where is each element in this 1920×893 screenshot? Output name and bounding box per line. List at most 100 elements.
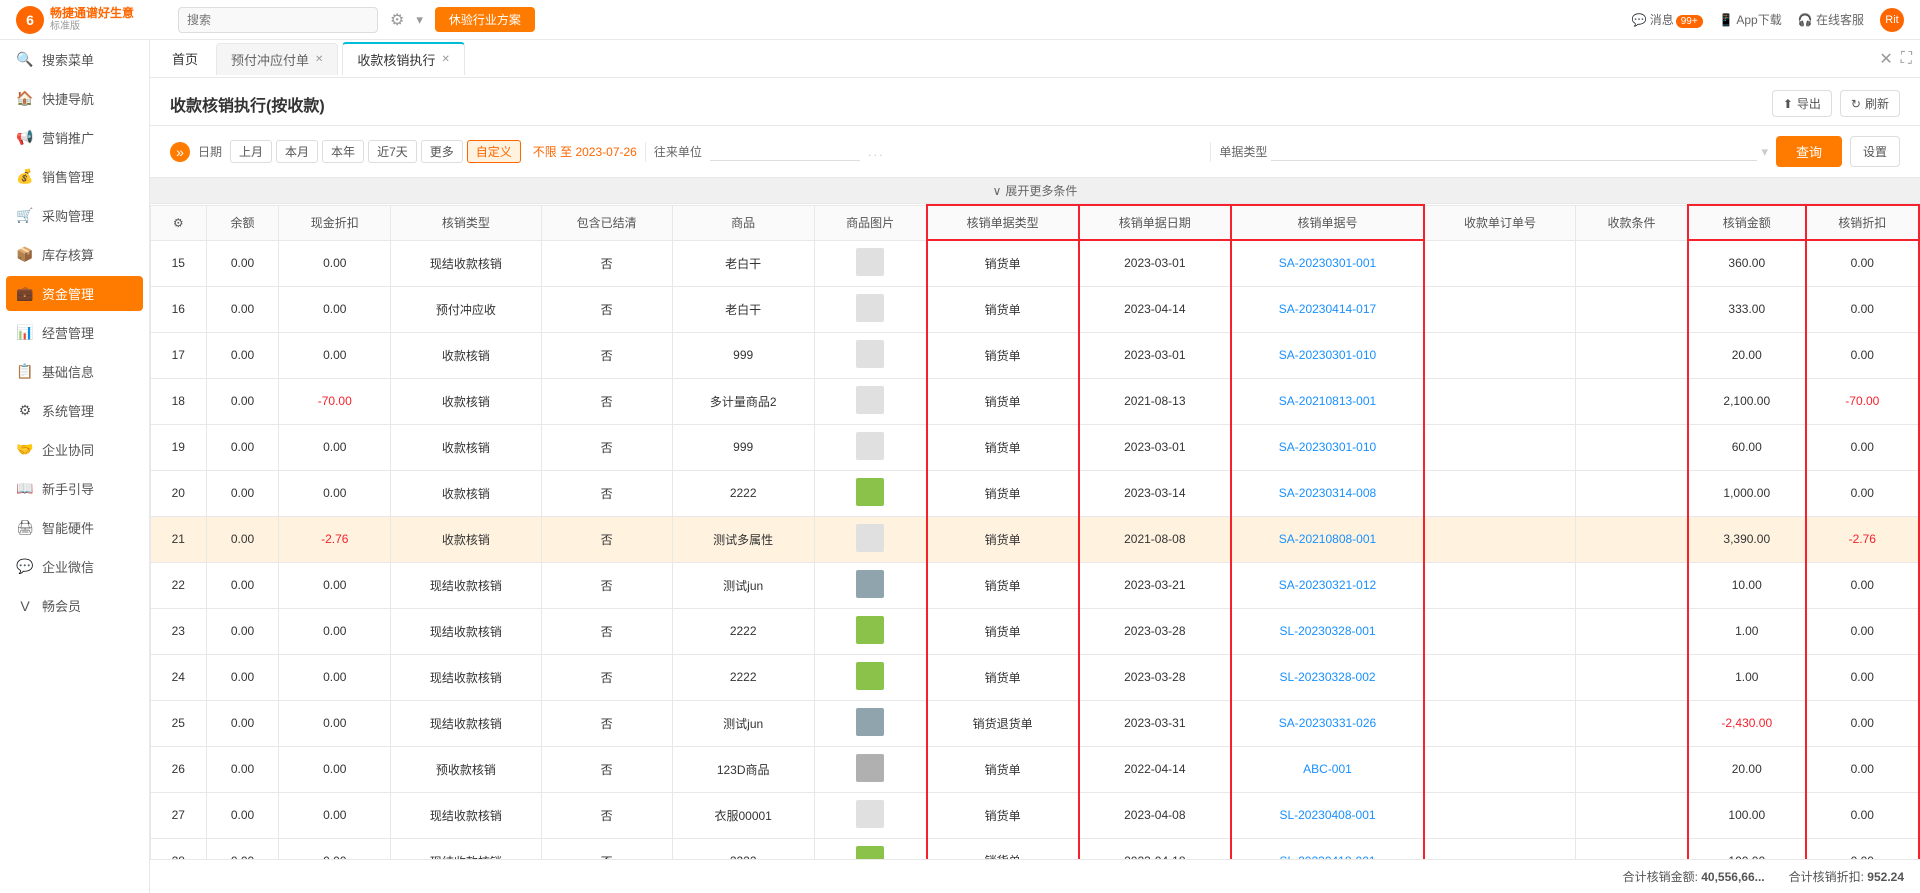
tab-receipt-close[interactable]: ✕ [441, 54, 449, 65]
td-cancel-bill-no[interactable]: SA-20210813-001 [1231, 378, 1424, 424]
export-icon: ⬆ [1783, 97, 1793, 111]
type-select[interactable] [1271, 142, 1757, 161]
td-cancel-discount: 0.00 [1806, 286, 1919, 332]
td-cancel-bill-no[interactable]: SA-20230331-026 [1231, 700, 1424, 746]
industry-btn[interactable]: 休验行业方案 [435, 7, 535, 32]
td-cash-discount: -70.00 [279, 378, 391, 424]
sidebar-item-corpwork[interactable]: 🤝 企业协同 [0, 430, 149, 469]
td-cancel-bill-no[interactable]: SL-20230408-001 [1231, 792, 1424, 838]
search-input[interactable] [178, 7, 378, 33]
td-seq: 18 [151, 378, 207, 424]
td-cancel-amount: 360.00 [1688, 240, 1806, 286]
table-row: 28 0.00 0.00 现结收款核销 否 2222 销货单 2023-04-1… [151, 838, 1920, 859]
tab-prepay[interactable]: 预付冲应付单 ✕ [216, 43, 338, 75]
td-cancel-bill-no[interactable]: SA-20210808-001 [1231, 516, 1424, 562]
sidebar-item-inventory[interactable]: 📦 库存核算 [0, 235, 149, 274]
date-custom-btn[interactable]: 自定义 [467, 140, 521, 163]
date-this-year-btn[interactable]: 本年 [322, 140, 364, 163]
td-seq: 22 [151, 562, 207, 608]
filter-setting-btn[interactable]: 设置 [1850, 136, 1900, 167]
date-this-month-btn[interactable]: 本月 [276, 140, 318, 163]
td-include-settled: 否 [541, 562, 672, 608]
td-seq: 17 [151, 332, 207, 378]
th-settings[interactable]: ⚙ [151, 205, 207, 240]
td-cancel-bill-no[interactable]: ABC-001 [1231, 746, 1424, 792]
query-btn[interactable]: 查询 [1776, 136, 1842, 167]
expand-icon: ∨ [993, 184, 1002, 198]
export-btn[interactable]: ⬆ 导出 [1772, 90, 1832, 117]
sidebar-item-baseinfo[interactable]: 📋 基础信息 [0, 352, 149, 391]
sidebar-item-wechat[interactable]: 💬 企业微信 [0, 547, 149, 586]
user-avatar[interactable]: Rit [1880, 8, 1904, 32]
tab-expand-btn[interactable]: ⛶ [1901, 49, 1912, 69]
unit-input[interactable] [710, 142, 860, 161]
td-cancel-bill-no[interactable]: SL-20230418-001 [1231, 838, 1424, 859]
sidebar-item-search[interactable]: 🔍 搜索菜单 [0, 40, 149, 79]
td-cancel-bill-no[interactable]: SA-20230314-008 [1231, 470, 1424, 516]
message-label[interactable]: 💬 消息99+ [1631, 11, 1702, 28]
td-balance: 0.00 [206, 516, 279, 562]
inventory-icon: 📦 [16, 246, 34, 263]
td-cancel-bill-no[interactable]: SA-20230301-010 [1231, 332, 1424, 378]
td-cancel-bill-type: 销货单 [927, 746, 1079, 792]
td-cash-discount: 0.00 [279, 424, 391, 470]
sidebar-item-system[interactable]: ⚙ 系统管理 [0, 391, 149, 430]
online-service-link[interactable]: 🎧 在线客服 [1798, 11, 1864, 28]
td-cancel-amount: 333.00 [1688, 286, 1806, 332]
sidebar-item-bizmanage[interactable]: 📊 经营管理 [0, 313, 149, 352]
td-cancel-bill-no[interactable]: SL-20230328-001 [1231, 608, 1424, 654]
td-cancel-amount: 1,000.00 [1688, 470, 1806, 516]
finance-icon: 💼 [16, 285, 34, 302]
th-receipt-condition: 收款条件 [1575, 205, 1687, 240]
td-cancel-discount: 0.00 [1806, 332, 1919, 378]
sidebar-item-finance[interactable]: 💼 资金管理 [6, 276, 143, 311]
td-cancel-bill-date: 2023-04-18 [1079, 838, 1231, 859]
td-product-image [814, 286, 926, 332]
sidebar-item-hardware[interactable]: 🖨 智能硬件 [0, 508, 149, 547]
sidebar-item-quicknav[interactable]: 🏠 快捷导航 [0, 79, 149, 118]
table-row: 27 0.00 0.00 现结收款核销 否 衣服00001 销货单 2023-0… [151, 792, 1920, 838]
td-include-settled: 否 [541, 746, 672, 792]
td-include-settled: 否 [541, 332, 672, 378]
date-7days-btn[interactable]: 近7天 [368, 140, 417, 163]
td-cancel-bill-type: 销货单 [927, 378, 1079, 424]
td-product: 测试多属性 [672, 516, 814, 562]
td-cancel-bill-type: 销货单 [927, 654, 1079, 700]
corpwork-icon: 🤝 [16, 441, 34, 458]
filter-toggle-btn[interactable]: » [170, 142, 190, 162]
table-row: 22 0.00 0.00 现结收款核销 否 测试jun 销货单 2023-03-… [151, 562, 1920, 608]
table-row: 26 0.00 0.00 预收款核销 否 123D商品 销货单 2022-04-… [151, 746, 1920, 792]
sidebar-item-marketing[interactable]: 📢 营销推广 [0, 118, 149, 157]
app-download-link[interactable]: 📱 App下载 [1719, 11, 1782, 28]
td-cancel-bill-no[interactable]: SL-20230328-002 [1231, 654, 1424, 700]
td-cancel-bill-no[interactable]: SA-20230301-010 [1231, 424, 1424, 470]
td-seq: 16 [151, 286, 207, 332]
sidebar-item-sales[interactable]: 💰 销售管理 [0, 157, 149, 196]
table-row: 25 0.00 0.00 现结收款核销 否 测试jun 销货退货单 2023-0… [151, 700, 1920, 746]
tab-home[interactable]: 首页 [158, 43, 212, 74]
sidebar-item-member[interactable]: V 畅会员 [0, 586, 149, 625]
date-last-month-btn[interactable]: 上月 [230, 140, 272, 163]
refresh-btn[interactable]: ↻ 刷新 [1840, 90, 1900, 117]
sidebar: 🔍 搜索菜单 🏠 快捷导航 📢 营销推广 💰 销售管理 🛒 采购管理 📦 库存核… [0, 40, 150, 893]
td-cancel-bill-no[interactable]: SA-20230414-017 [1231, 286, 1424, 332]
th-balance: 余额 [206, 205, 279, 240]
td-cancel-bill-type: 销货单 [927, 424, 1079, 470]
main-layout: 🔍 搜索菜单 🏠 快捷导航 📢 营销推广 💰 销售管理 🛒 采购管理 📦 库存核… [0, 40, 1920, 893]
date-more-btn[interactable]: 更多 [421, 140, 463, 163]
dropdown-icon[interactable]: ▾ [416, 12, 423, 28]
sidebar-item-purchase[interactable]: 🛒 采购管理 [0, 196, 149, 235]
td-receipt-condition [1575, 654, 1687, 700]
sidebar-item-guide[interactable]: 📖 新手引导 [0, 469, 149, 508]
td-receipt-order-no [1424, 424, 1575, 470]
td-cancel-bill-date: 2023-03-01 [1079, 424, 1231, 470]
td-cancel-bill-type: 销货单 [927, 608, 1079, 654]
expand-more-btn[interactable]: ∨ 展开更多条件 [993, 182, 1078, 199]
td-receipt-condition [1575, 240, 1687, 286]
tab-close-window-btn[interactable]: ✕ [1879, 49, 1892, 69]
tab-prepay-close[interactable]: ✕ [315, 54, 323, 65]
td-cancel-bill-no[interactable]: SA-20230301-001 [1231, 240, 1424, 286]
tab-receipt[interactable]: 收款核销执行 ✕ [342, 42, 464, 75]
gear-icon[interactable]: ⚙ [390, 10, 404, 30]
td-cancel-bill-no[interactable]: SA-20230321-012 [1231, 562, 1424, 608]
